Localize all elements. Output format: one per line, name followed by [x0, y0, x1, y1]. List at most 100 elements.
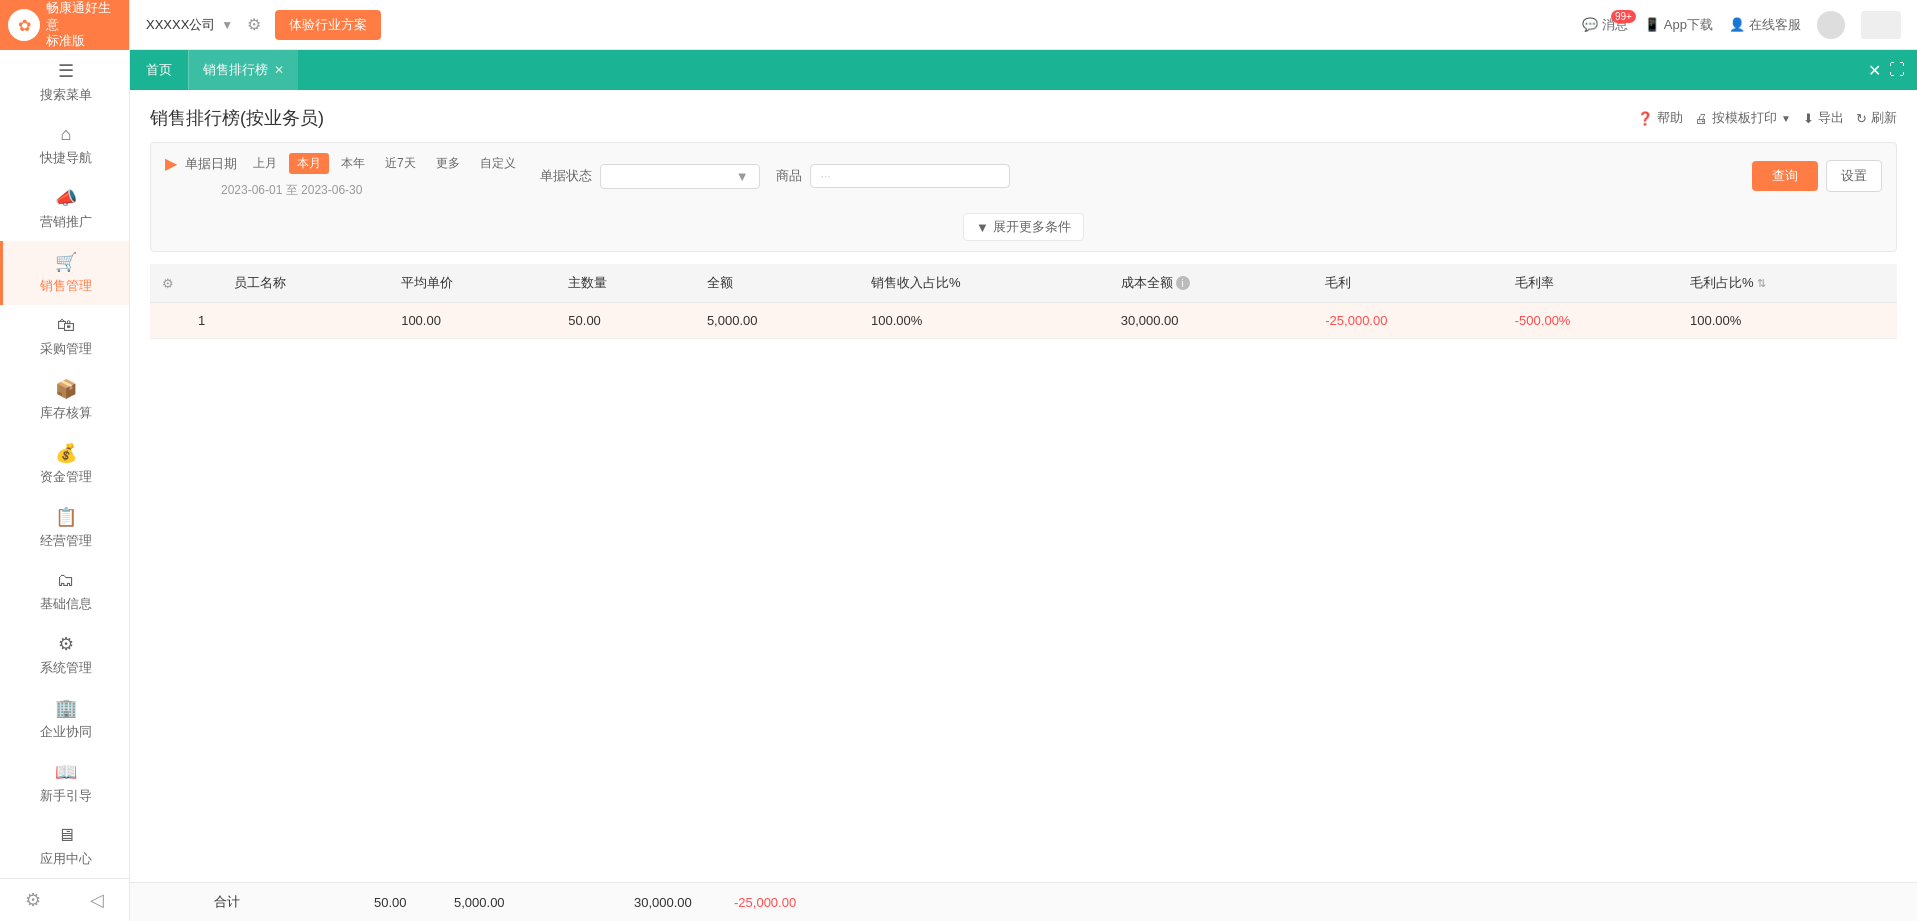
finance-icon: 💰: [55, 442, 77, 464]
footer-amount: 5,000.00: [454, 895, 544, 910]
help-icon: ❓: [1637, 111, 1653, 126]
print-dropdown-arrow: ▼: [1781, 113, 1791, 124]
date-filter-top: ▶ 单据日期 上月 本月 本年 近7天 更多 自定义: [165, 153, 524, 174]
td-cost: 30,000.00: [1109, 303, 1314, 339]
sales-icon: 🛒: [55, 251, 77, 273]
sidebar-item-operation[interactable]: 📋 经营管理: [0, 496, 129, 560]
date-filter-group: ▶ 单据日期 上月 本月 本年 近7天 更多 自定义: [165, 153, 524, 199]
user-avatar[interactable]: [1817, 11, 1845, 39]
online-service-button[interactable]: 👤 在线客服: [1729, 16, 1801, 34]
date-tab-custom[interactable]: 自定义: [472, 153, 524, 174]
date-tab-7days[interactable]: 近7天: [377, 153, 424, 174]
goods-filter-group: 商品 ···: [776, 164, 1010, 188]
th-gross-pct: 毛利占比% ⇅: [1678, 264, 1897, 303]
status-label: 单据状态: [540, 167, 592, 185]
expand-more-button[interactable]: ▼ 展开更多条件: [963, 213, 1084, 241]
table-spacer: [150, 339, 1897, 739]
operation-icon: 📋: [55, 506, 77, 528]
filter-row-1: ▶ 单据日期 上月 本月 本年 近7天 更多 自定义: [165, 153, 1882, 199]
topbar-right: 💬 消息 99+ 📱 App下载 👤 在线客服: [1582, 11, 1901, 39]
sidebar-item-inventory[interactable]: 📦 库存核算: [0, 368, 129, 432]
date-tabs: 上月 本月 本年 近7天 更多 自定义: [245, 153, 524, 174]
tab-sales-ranking[interactable]: 销售排行榜 ✕: [188, 50, 298, 90]
date-tab-last-month[interactable]: 上月: [245, 153, 285, 174]
date-tab-this-month[interactable]: 本月: [289, 153, 329, 174]
user-name-area: [1861, 11, 1901, 39]
tabbar-right: ✕ ⛶: [1868, 50, 1917, 90]
expand-down-icon: ▼: [976, 220, 989, 235]
message-button[interactable]: 💬 消息 99+: [1582, 16, 1628, 34]
tabbar: 首页 销售排行榜 ✕ ✕ ⛶: [130, 50, 1917, 90]
sidebar-item-purchase[interactable]: 🛍 采购管理: [0, 305, 129, 368]
th-settings[interactable]: ⚙: [150, 264, 186, 303]
filter-bar: ▶ 单据日期 上月 本月 本年 近7天 更多 自定义: [150, 142, 1897, 252]
table-footer: 合计 50.00 5,000.00 30,000.00 -25,000.00: [130, 882, 1917, 921]
column-settings-icon[interactable]: ⚙: [162, 276, 174, 291]
goods-input[interactable]: ···: [810, 164, 1010, 188]
page-header: 销售排行榜(按业务员) ❓ 帮助 🖨 按模板打印 ▼ ⬇ 导出: [150, 106, 1897, 130]
export-button[interactable]: ⬇ 导出: [1803, 109, 1844, 127]
th-sales-pct: 销售收入占比%: [859, 264, 1109, 303]
app-download-button[interactable]: 📱 App下载: [1644, 16, 1713, 34]
cost-info-icon[interactable]: i: [1176, 276, 1190, 290]
print-button[interactable]: 🖨 按模板打印 ▼: [1695, 109, 1791, 127]
date-label: 单据日期: [185, 155, 237, 173]
gross-pct-sort-icon[interactable]: ⇅: [1757, 277, 1766, 290]
purchase-icon: 🛍: [57, 315, 75, 336]
trial-button[interactable]: 体验行业方案: [275, 10, 381, 40]
date-tab-this-year[interactable]: 本年: [333, 153, 373, 174]
td-gross-pct: 100.00%: [1678, 303, 1897, 339]
topbar-settings-icon[interactable]: ⚙: [247, 15, 261, 34]
expand-arrow-btn[interactable]: ▶: [165, 154, 177, 173]
sidebar: ✿ 畅康通好生意 标准版 ☰ 搜索菜单 ⌂ 快捷导航 📣 营销推广 🛒 销售管理…: [0, 0, 130, 921]
refresh-button[interactable]: ↻ 刷新: [1856, 109, 1897, 127]
th-amount: 全额: [695, 264, 859, 303]
sidebar-item-finance[interactable]: 💰 资金管理: [0, 432, 129, 496]
company-dropdown-arrow: ▼: [221, 18, 233, 32]
td-sales-pct: 100.00%: [859, 303, 1109, 339]
td-gross: -25,000.00: [1313, 303, 1503, 339]
tab-home[interactable]: 首页: [130, 50, 188, 90]
sidebar-collapse-button[interactable]: ◁: [90, 889, 104, 911]
refresh-icon: ↻: [1856, 111, 1867, 126]
td-row-settings: [150, 303, 186, 339]
appstore-icon: 🖥: [57, 825, 75, 846]
sidebar-item-appstore[interactable]: 🖥 应用中心: [0, 815, 129, 878]
sidebar-item-enterprise[interactable]: 🏢 企业协同: [0, 687, 129, 751]
help-button[interactable]: ❓ 帮助: [1637, 109, 1683, 127]
settings-button[interactable]: 设置: [1826, 160, 1882, 192]
date-range-display: 2023-06-01 至 2023-06-30: [165, 182, 362, 199]
footer-total-label: 合计: [214, 893, 294, 911]
home-icon: ⌂: [61, 124, 72, 145]
table-header: ⚙ 员工名称 平均单价 主数量 全额: [150, 264, 1897, 303]
tab-close-icon[interactable]: ✕: [274, 63, 284, 77]
sidebar-logo: ✿ 畅康通好生意 标准版: [0, 0, 129, 50]
logo-text: 畅康通好生意 标准版: [46, 0, 121, 50]
query-button[interactable]: 查询: [1752, 161, 1818, 191]
sidebar-item-sales[interactable]: 🛒 销售管理: [0, 241, 129, 305]
date-tab-more[interactable]: 更多: [428, 153, 468, 174]
table-header-row: ⚙ 员工名称 平均单价 主数量 全额: [150, 264, 1897, 303]
expand-row: ▼ 展开更多条件: [165, 207, 1882, 241]
basic-icon: 🗂: [57, 570, 75, 591]
sidebar-item-search[interactable]: ☰ 搜索菜单: [0, 50, 129, 114]
status-select[interactable]: ▼: [600, 164, 760, 189]
sidebar-item-basic[interactable]: 🗂 基础信息: [0, 560, 129, 623]
enterprise-icon: 🏢: [55, 697, 77, 719]
sidebar-item-system[interactable]: ⚙ 系统管理: [0, 623, 129, 687]
content-area: 销售排行榜(按业务员) ❓ 帮助 🖨 按模板打印 ▼ ⬇ 导出: [130, 90, 1917, 882]
filter-expand-icon: ▶: [165, 154, 177, 173]
tab-close-all-icon[interactable]: ✕: [1868, 61, 1881, 80]
sidebar-settings-button[interactable]: ⚙: [25, 889, 41, 911]
sidebar-item-marketing[interactable]: 📣 营销推广: [0, 177, 129, 241]
sidebar-bottom: ⚙ ◁: [0, 878, 129, 921]
company-selector[interactable]: XXXXX公司 ▼: [146, 16, 233, 34]
sidebar-item-guide[interactable]: 📖 新手引导: [0, 751, 129, 815]
sidebar-item-quick-nav[interactable]: ⌂ 快捷导航: [0, 114, 129, 177]
marketing-icon: 📣: [55, 187, 77, 209]
tab-maximize-icon[interactable]: ⛶: [1889, 61, 1905, 79]
download-icon: 📱: [1644, 17, 1660, 32]
td-avg-price: 100.00: [389, 303, 556, 339]
status-select-arrow: ▼: [736, 169, 749, 184]
th-gross: 毛利: [1313, 264, 1503, 303]
